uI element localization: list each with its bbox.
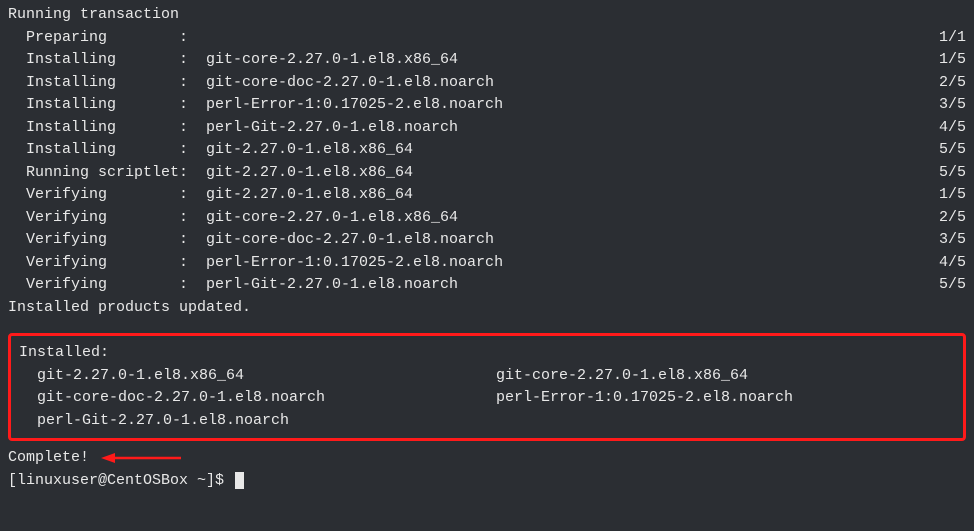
transaction-row: Preparing : 1/1 — [8, 27, 966, 50]
package-name: perl-Error-1:0.17025-2.el8.noarch — [206, 94, 939, 117]
shell-prompt[interactable]: [linuxuser@CentOSBox ~]$ — [8, 470, 966, 493]
installed-pkg: git-2.27.0-1.el8.x86_64 — [19, 365, 496, 388]
products-updated: Installed products updated. — [8, 297, 966, 320]
package-name: git-core-doc-2.27.0-1.el8.noarch — [206, 72, 939, 95]
installed-pkg: perl-Error-1:0.17025-2.el8.noarch — [496, 387, 955, 410]
progress-count: 2/5 — [939, 207, 966, 230]
progress-count: 1/1 — [939, 27, 966, 50]
progress-count: 1/5 — [939, 184, 966, 207]
progress-count: 5/5 — [939, 139, 966, 162]
action-label: Verifying : — [26, 229, 206, 252]
package-name: perl-Git-2.27.0-1.el8.noarch — [206, 117, 939, 140]
package-name: git-2.27.0-1.el8.x86_64 — [206, 184, 939, 207]
action-label: Verifying : — [26, 252, 206, 275]
progress-count: 3/5 — [939, 94, 966, 117]
transaction-rows: Preparing : 1/1Installing : git-core-2.2… — [8, 27, 966, 297]
package-name: git-core-2.27.0-1.el8.x86_64 — [206, 49, 939, 72]
package-name: perl-Error-1:0.17025-2.el8.noarch — [206, 252, 939, 275]
transaction-header: Running transaction — [8, 4, 966, 27]
action-label: Installing : — [26, 94, 206, 117]
installed-pkg: git-core-2.27.0-1.el8.x86_64 — [496, 365, 955, 388]
action-label: Installing : — [26, 117, 206, 140]
package-name — [206, 27, 939, 50]
complete-label: Complete! — [8, 447, 89, 470]
package-name: perl-Git-2.27.0-1.el8.noarch — [206, 274, 939, 297]
installed-pkg: git-core-doc-2.27.0-1.el8.noarch — [19, 387, 496, 410]
transaction-row: Verifying : git-core-2.27.0-1.el8.x86_64… — [8, 207, 966, 230]
progress-count: 5/5 — [939, 274, 966, 297]
annotation-arrow-icon — [101, 451, 181, 465]
installed-pkg: perl-Git-2.27.0-1.el8.noarch — [19, 410, 496, 433]
installed-box: Installed: git-2.27.0-1.el8.x86_64 git-c… — [8, 333, 966, 441]
action-label: Verifying : — [26, 274, 206, 297]
package-name: git-2.27.0-1.el8.x86_64 — [206, 162, 939, 185]
action-label: Verifying : — [26, 207, 206, 230]
transaction-row: Installing : perl-Git-2.27.0-1.el8.noarc… — [8, 117, 966, 140]
transaction-row: Verifying : git-core-doc-2.27.0-1.el8.no… — [8, 229, 966, 252]
progress-count: 3/5 — [939, 229, 966, 252]
installed-header: Installed: — [19, 342, 955, 365]
transaction-row: Installing : git-core-doc-2.27.0-1.el8.n… — [8, 72, 966, 95]
transaction-row: Installing : git-2.27.0-1.el8.x86_645/5 — [8, 139, 966, 162]
action-label: Verifying : — [26, 184, 206, 207]
progress-count: 2/5 — [939, 72, 966, 95]
progress-count: 4/5 — [939, 252, 966, 275]
action-label: Installing : — [26, 49, 206, 72]
package-name: git-2.27.0-1.el8.x86_64 — [206, 139, 939, 162]
transaction-row: Verifying : perl-Git-2.27.0-1.el8.noarch… — [8, 274, 966, 297]
transaction-row: Verifying : git-2.27.0-1.el8.x86_641/5 — [8, 184, 966, 207]
prompt-text: [linuxuser@CentOSBox ~]$ — [8, 470, 233, 493]
action-label: Running scriptlet: — [26, 162, 206, 185]
action-label: Preparing : — [26, 27, 206, 50]
package-name: git-core-2.27.0-1.el8.x86_64 — [206, 207, 939, 230]
transaction-row: Installing : perl-Error-1:0.17025-2.el8.… — [8, 94, 966, 117]
progress-count: 1/5 — [939, 49, 966, 72]
progress-count: 4/5 — [939, 117, 966, 140]
action-label: Installing : — [26, 139, 206, 162]
action-label: Installing : — [26, 72, 206, 95]
transaction-row: Verifying : perl-Error-1:0.17025-2.el8.n… — [8, 252, 966, 275]
package-name: git-core-doc-2.27.0-1.el8.noarch — [206, 229, 939, 252]
progress-count: 5/5 — [939, 162, 966, 185]
installed-pkg — [496, 410, 955, 433]
transaction-row: Running scriptlet: git-2.27.0-1.el8.x86_… — [8, 162, 966, 185]
transaction-row: Installing : git-core-2.27.0-1.el8.x86_6… — [8, 49, 966, 72]
cursor-icon — [235, 472, 244, 489]
